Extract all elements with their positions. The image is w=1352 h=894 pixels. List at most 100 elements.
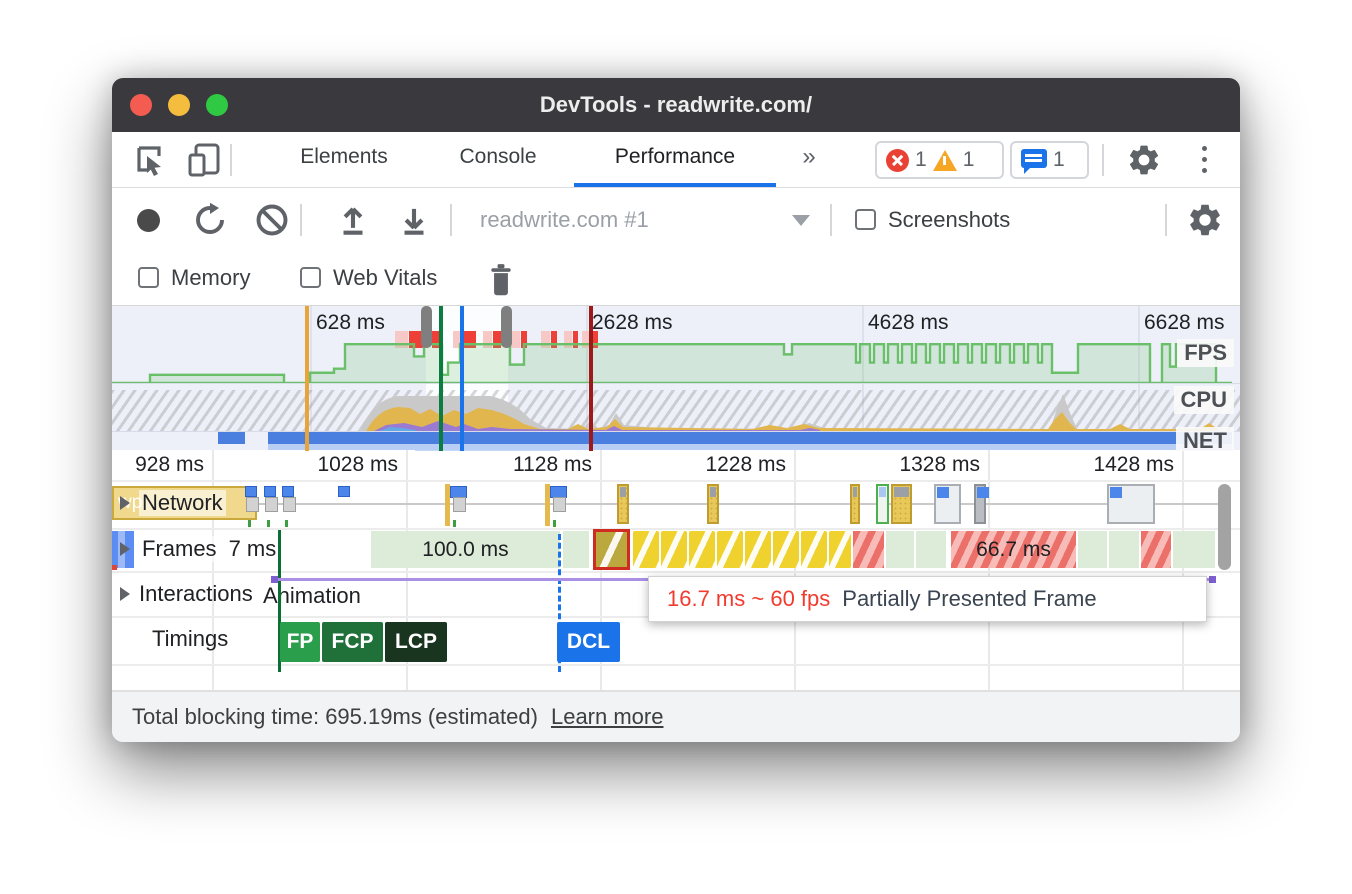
message-count: 1 <box>1053 148 1065 172</box>
timeline-ruler-label: 1328 ms <box>899 453 980 477</box>
network-request[interactable] <box>617 484 629 524</box>
frame-block[interactable] <box>1109 531 1139 568</box>
network-track-header[interactable]: Network <box>120 490 226 516</box>
tab-console[interactable]: Console <box>459 145 536 169</box>
save-profile-icon[interactable] <box>395 201 433 239</box>
frames-track-header[interactable]: Frames 7 ms <box>120 536 276 562</box>
frame-block[interactable] <box>886 531 914 568</box>
frame-block[interactable]: 66.7 ms <box>951 531 1076 568</box>
error-count: 1 <box>915 148 927 172</box>
vertical-scrollbar-thumb[interactable] <box>1218 484 1231 570</box>
memory-checkbox[interactable] <box>138 267 159 288</box>
frame-block[interactable]: 100.0 ms <box>371 531 560 568</box>
issues-badge[interactable]: 1 1 <box>875 141 1004 179</box>
status-bar: Total blocking time: 695.19ms (estimated… <box>112 690 1240 742</box>
performance-toolbar: readwrite.com #1 Screenshots <box>112 188 1240 252</box>
device-toolbar-icon[interactable] <box>186 141 224 179</box>
tooltip-duration: 16.7 ms ~ 60 fps <box>667 586 830 612</box>
capture-settings-gear-icon[interactable] <box>1186 201 1224 239</box>
clear-icon[interactable] <box>254 202 290 238</box>
cpu-chart <box>112 383 1232 431</box>
expander-icon[interactable] <box>120 587 130 601</box>
network-request[interactable] <box>1107 484 1155 524</box>
timeline-gridline <box>1182 450 1184 690</box>
message-bubble-icon <box>1021 149 1047 168</box>
timeline-overview[interactable]: 628 ms2628 ms4628 ms6628 ms FPS CPU NET <box>112 305 1240 451</box>
tab-performance[interactable]: Performance <box>615 145 735 169</box>
inspect-element-icon[interactable] <box>132 143 166 177</box>
selected-frame[interactable] <box>593 529 630 570</box>
settings-gear-icon[interactable] <box>1126 142 1162 178</box>
network-request[interactable] <box>264 480 278 528</box>
network-request[interactable] <box>934 484 961 524</box>
net-band-label: NET <box>1176 427 1234 451</box>
warning-icon <box>933 150 957 171</box>
frame-block[interactable] <box>1173 531 1215 568</box>
frame-block[interactable] <box>801 531 827 568</box>
frame-block[interactable] <box>773 531 799 568</box>
messages-badge[interactable]: 1 <box>1010 141 1089 179</box>
network-track-baseline <box>240 503 1220 505</box>
frame-block[interactable] <box>689 531 715 568</box>
network-request[interactable] <box>850 484 860 524</box>
learn-more-link[interactable]: Learn more <box>551 704 664 730</box>
devtools-window: DevTools - readwrite.com/ Elements Conso… <box>112 78 1240 742</box>
frame-block[interactable] <box>661 531 687 568</box>
expander-icon[interactable] <box>120 542 130 556</box>
animation-span-start <box>271 576 278 583</box>
network-request[interactable] <box>550 480 574 528</box>
frame-block[interactable] <box>745 531 771 568</box>
network-request[interactable] <box>338 480 350 528</box>
frame-block[interactable] <box>717 531 743 568</box>
network-request[interactable] <box>450 480 472 528</box>
selection-right-handle[interactable] <box>501 306 512 348</box>
network-request[interactable] <box>282 480 293 528</box>
timing-marker-lcp[interactable]: LCP <box>385 622 447 662</box>
web-vitals-checkbox[interactable] <box>300 267 321 288</box>
frame-block[interactable] <box>1078 531 1107 568</box>
screenshots-checkbox[interactable] <box>855 209 876 230</box>
reload-icon[interactable] <box>192 202 228 238</box>
frame-block[interactable] <box>563 531 589 568</box>
more-tabs-icon[interactable]: » <box>802 143 815 171</box>
expander-icon[interactable] <box>120 496 130 510</box>
history-select[interactable]: readwrite.com #1 <box>480 207 649 233</box>
divider <box>300 204 302 236</box>
network-request[interactable] <box>245 480 260 528</box>
frame-block[interactable] <box>633 531 659 568</box>
timings-track-header[interactable]: Timings <box>152 626 228 652</box>
timing-marker-fcp[interactable]: FCP <box>322 622 383 662</box>
network-request[interactable] <box>707 484 719 524</box>
garbage-collect-icon[interactable] <box>484 262 518 298</box>
frame-block[interactable] <box>853 531 884 568</box>
network-request[interactable] <box>891 484 912 524</box>
orange-marker <box>305 306 309 451</box>
timing-marker-dcl[interactable]: DCL <box>557 622 620 662</box>
divider <box>450 204 452 236</box>
timeline-ruler-label: 1228 ms <box>705 453 786 477</box>
dropdown-caret-icon[interactable] <box>792 215 810 226</box>
frame-block[interactable] <box>829 531 851 568</box>
network-request[interactable] <box>876 484 889 524</box>
timing-marker-fp[interactable]: FP <box>280 622 320 662</box>
overview-tick-label: 6628 ms <box>1144 311 1225 335</box>
interactions-track-header[interactable]: Interactions <box>120 581 253 607</box>
frame-block[interactable] <box>1141 531 1171 568</box>
frame-block[interactable] <box>916 531 946 568</box>
tab-elements[interactable]: Elements <box>300 145 388 169</box>
selection-left-handle[interactable] <box>421 306 432 348</box>
timeline-ruler-label: 1428 ms <box>1093 453 1174 477</box>
timeline-tracks-panel[interactable]: 928 ms1028 ms1128 ms1228 ms1328 ms1428 m… <box>112 450 1240 690</box>
net-activity-light-bar <box>268 444 1232 450</box>
timings-track-label: Timings <box>152 626 228 652</box>
timeline-gridline <box>988 450 990 690</box>
overview-tick-label: 4628 ms <box>868 311 949 335</box>
overview-tick-label: 2628 ms <box>592 311 673 335</box>
title-bar[interactable]: DevTools - readwrite.com/ <box>112 78 1240 132</box>
total-blocking-time-text: Total blocking time: 695.19ms (estimated… <box>132 704 538 730</box>
load-profile-icon[interactable] <box>334 201 372 239</box>
network-request[interactable] <box>974 484 986 524</box>
timeline-ruler-label: 1128 ms <box>513 453 592 477</box>
record-button[interactable] <box>137 209 160 232</box>
long-task-marker <box>112 565 117 570</box>
